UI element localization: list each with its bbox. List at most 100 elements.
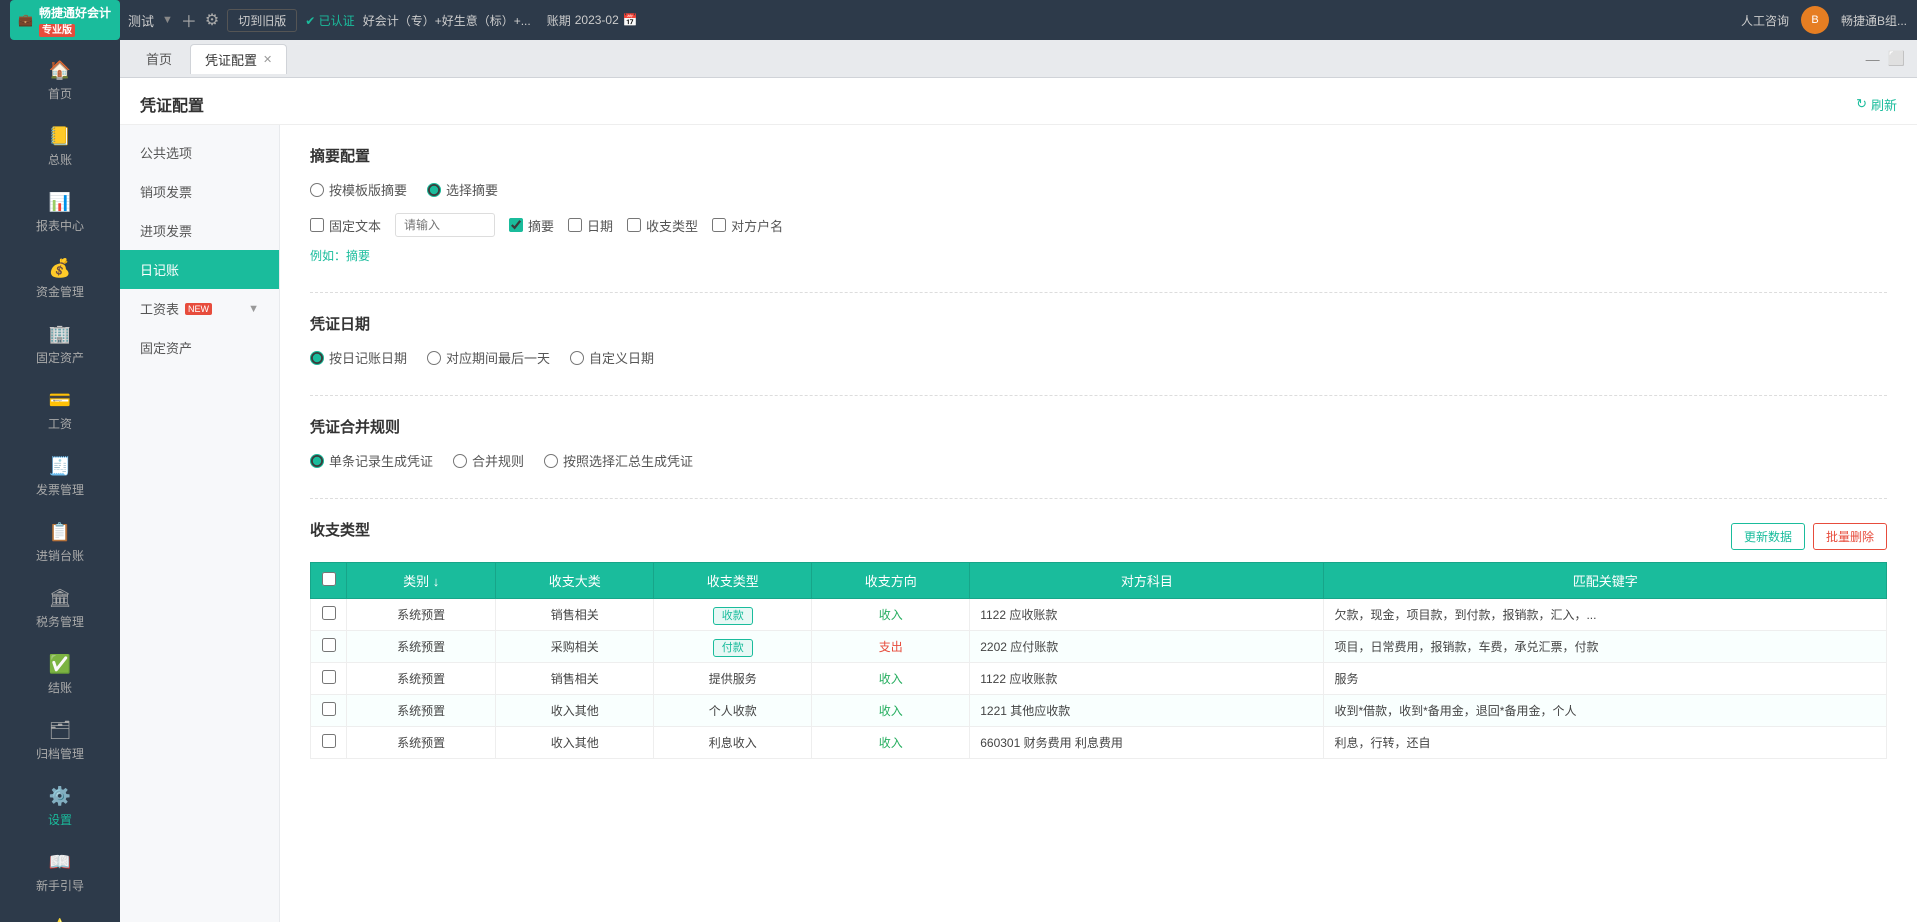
th-major-type: 收支大类 — [496, 563, 654, 599]
td-match-keyword: 服务 — [1324, 663, 1887, 695]
sidebar-item-funds[interactable]: 💰资金管理 — [0, 246, 120, 312]
voucher-date-title: 凭证日期 — [310, 313, 1887, 334]
row-checkbox-1[interactable] — [322, 638, 336, 652]
voucher-merge-section: 凭证合并规则 单条记录生成凭证 合并规则 — [310, 416, 1887, 470]
td-pay-type: 付款 — [654, 631, 812, 663]
tab-voucher-config[interactable]: 凭证配置 ✕ — [190, 44, 287, 74]
sidebar-label-settle: 结账 — [48, 679, 72, 696]
maximize-button[interactable]: ⬜ — [1888, 50, 1905, 67]
nav-item-fixed-assets[interactable]: 固定资产 — [120, 328, 279, 367]
radio-merge-rule-label: 合并规则 — [472, 451, 524, 470]
sidebar-icon-settings: ⚙️ — [49, 786, 71, 807]
sidebar-label-invoices: 发票管理 — [36, 481, 84, 498]
radio-by-selection[interactable]: 按照选择汇总生成凭证 — [544, 451, 693, 470]
minimize-button[interactable]: — — [1866, 50, 1880, 67]
add-icon[interactable]: ＋ — [181, 8, 197, 32]
radio-select-input[interactable] — [427, 183, 441, 197]
sidebar-item-assets[interactable]: 🏢固定资产 — [0, 312, 120, 378]
fixed-text-checkbox[interactable] — [310, 218, 324, 232]
checkbox-summary[interactable]: 摘要 — [509, 216, 554, 235]
fixed-text-label: 固定文本 — [329, 216, 381, 235]
nav-item-public[interactable]: 公共选项 — [120, 133, 279, 172]
checkbox-counterparty[interactable]: 对方户名 — [712, 216, 783, 235]
td-counter-subject: 1221 其他应收款 — [970, 695, 1324, 727]
row-checkbox-0[interactable] — [322, 606, 336, 620]
th-checkbox[interactable] — [311, 563, 347, 599]
sidebar-item-home[interactable]: 🏠首页 — [0, 48, 120, 114]
logo-name: 畅捷通好会计 — [39, 4, 111, 21]
radio-by-select[interactable]: 选择摘要 — [427, 180, 498, 199]
td-checkbox[interactable] — [311, 727, 347, 759]
refresh-button[interactable]: ↻ 刷新 — [1856, 95, 1897, 114]
current-company[interactable]: 测试 — [128, 11, 154, 30]
td-checkbox[interactable] — [311, 599, 347, 631]
radio-single-record[interactable]: 单条记录生成凭证 — [310, 451, 433, 470]
radio-custom-date[interactable]: 自定义日期 — [570, 348, 654, 367]
radio-journal-date[interactable]: 按日记账日期 — [310, 348, 407, 367]
close-tab-icon[interactable]: ✕ — [263, 53, 272, 66]
batch-delete-button[interactable]: 批量删除 — [1813, 523, 1887, 550]
summary-label: 摘要 — [528, 216, 554, 235]
switch-version-button[interactable]: 切到旧版 — [227, 9, 297, 32]
nav-item-sales[interactable]: 销项发票 — [120, 172, 279, 211]
row-checkbox-3[interactable] — [322, 702, 336, 716]
date-checkbox[interactable] — [568, 218, 582, 232]
example-text: 例如：摘要 — [310, 247, 1887, 264]
main-layout: 🏠首页📒总账📊报表中心💰资金管理🏢固定资产💳工资🧾发票管理📋进销台账🏛税务管理✅… — [0, 40, 1917, 922]
calendar-icon[interactable]: 📅 — [623, 13, 638, 27]
sidebar-icon-archive: 🗂 — [49, 720, 72, 741]
td-match-keyword: 收到*借款，收到*备用金，退回*备用金，个人 — [1324, 695, 1887, 727]
td-match-keyword: 项目，日常费用，报销款，车费，承兑汇票，付款 — [1324, 631, 1887, 663]
sidebar-icon-assets: 🏢 — [49, 324, 71, 345]
fixed-text-input[interactable] — [395, 213, 495, 237]
sidebar-item-tax[interactable]: 🏛税务管理 — [0, 576, 120, 642]
radio-by-template[interactable]: 按模板版摘要 — [310, 180, 407, 199]
radio-period-last[interactable]: 对应期间最后一天 — [427, 348, 550, 367]
radio-custom-date-input[interactable] — [570, 351, 584, 365]
radio-template-input[interactable] — [310, 183, 324, 197]
td-checkbox[interactable] — [311, 695, 347, 727]
pay-type-checkbox[interactable] — [627, 218, 641, 232]
summary-checkbox[interactable] — [509, 218, 523, 232]
td-checkbox[interactable] — [311, 663, 347, 695]
radio-by-selection-input[interactable] — [544, 454, 558, 468]
counterparty-checkbox[interactable] — [712, 218, 726, 232]
select-all-checkbox[interactable] — [322, 572, 336, 586]
sidebar-item-guide[interactable]: 📖新手引导 — [0, 840, 120, 906]
nav-item-purchase-inv[interactable]: 进项发票 — [120, 211, 279, 250]
td-checkbox[interactable] — [311, 631, 347, 663]
radio-merge-rule[interactable]: 合并规则 — [453, 451, 524, 470]
table-row: 系统预置 销售相关 提供服务 收入 1122 应收账款 服务 — [311, 663, 1887, 695]
sidebar-item-purchase[interactable]: 📋进销台账 — [0, 510, 120, 576]
nav-item-payroll[interactable]: 工资表 NEW ▼ — [120, 289, 279, 328]
radio-single-record-input[interactable] — [310, 454, 324, 468]
sidebar-item-settings[interactable]: ⚙️设置 — [0, 774, 120, 840]
radio-merge-rule-input[interactable] — [453, 454, 467, 468]
table-actions: 更新数据 批量删除 — [1731, 523, 1887, 550]
checkbox-pay-type[interactable]: 收支类型 — [627, 216, 698, 235]
sidebar-item-salary[interactable]: 💳工资 — [0, 378, 120, 444]
sidebar-item-settle[interactable]: ✅结账 — [0, 642, 120, 708]
sidebar-item-invoices[interactable]: 🧾发票管理 — [0, 444, 120, 510]
radio-journal-date-input[interactable] — [310, 351, 324, 365]
nav-item-journal[interactable]: 日记账 — [120, 250, 279, 289]
checkbox-date[interactable]: 日期 — [568, 216, 613, 235]
company-dropdown-icon[interactable]: ▼ — [162, 14, 173, 26]
tab-home[interactable]: 首页 — [132, 44, 186, 74]
summary-config-title: 摘要配置 — [310, 145, 1887, 166]
counterparty-label: 对方户名 — [731, 216, 783, 235]
settings-icon[interactable]: ⚙ — [205, 10, 219, 30]
sidebar-item-reports[interactable]: 📊报表中心 — [0, 180, 120, 246]
radio-period-last-input[interactable] — [427, 351, 441, 365]
consult-link[interactable]: 人工咨询 — [1741, 12, 1789, 29]
checkbox-fixed-text[interactable]: 固定文本 — [310, 216, 381, 235]
sidebar-item-archive[interactable]: 🗂归档管理 — [0, 708, 120, 774]
row-checkbox-4[interactable] — [322, 734, 336, 748]
edition-tags: 好会计（专）+好生意（标）+... — [363, 12, 531, 29]
radio-single-record-label: 单条记录生成凭证 — [329, 451, 433, 470]
row-checkbox-2[interactable] — [322, 670, 336, 684]
update-data-button[interactable]: 更新数据 — [1731, 523, 1805, 550]
sidebar-item-member[interactable]: ⭐畅会员 — [0, 906, 120, 922]
sidebar-item-ledger[interactable]: 📒总账 — [0, 114, 120, 180]
avatar[interactable]: B — [1801, 6, 1829, 34]
